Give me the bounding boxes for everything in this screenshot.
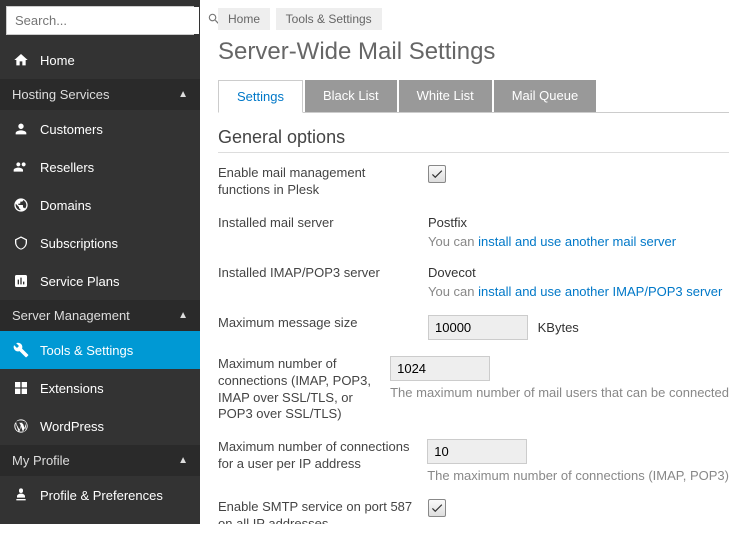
section-label: My Profile (12, 453, 70, 468)
nav-wordpress[interactable]: WordPress (0, 407, 200, 445)
nav-label: Resellers (40, 160, 94, 175)
section-label: Hosting Services (12, 87, 110, 102)
help-text: The maximum number of connections (IMAP,… (427, 468, 729, 483)
nav-domains[interactable]: Domains (0, 186, 200, 224)
profile-icon (12, 486, 30, 504)
max-connections-ip-input[interactable] (427, 439, 527, 464)
chevron-up-icon: ▲ (178, 310, 188, 321)
max-msg-size-input[interactable] (428, 315, 528, 340)
nav-label: Home (40, 53, 75, 68)
nav-label: Change Password (40, 526, 146, 541)
tabs: Settings Black List White List Mail Queu… (218, 80, 729, 113)
nav-change-password[interactable]: Change Password (0, 514, 200, 552)
nav-label: Profile & Preferences (40, 488, 163, 503)
nav-label: Tools & Settings (40, 343, 133, 358)
extensions-icon (12, 379, 30, 397)
breadcrumb-item[interactable]: Home (218, 8, 270, 30)
content: Home Tools & Settings Server-Wide Mail S… (200, 0, 729, 524)
nav-label: Subscriptions (40, 236, 118, 251)
subscriptions-icon (12, 234, 30, 252)
enable-mgmt-checkbox[interactable] (428, 165, 446, 183)
nav-label: Domains (40, 198, 91, 213)
section-title: General options (218, 127, 729, 153)
row-max-connections: Maximum number of connections (IMAP, POP… (218, 356, 729, 424)
tools-icon (12, 341, 30, 359)
tab-mail-queue[interactable]: Mail Queue (494, 80, 596, 112)
row-installed-imap-server: Installed IMAP/POP3 server Dovecot You c… (218, 265, 729, 299)
nav-label: WordPress (40, 419, 104, 434)
search-input[interactable] (7, 7, 199, 34)
form-label: Enable SMTP service on port 587 on all I… (218, 499, 428, 524)
home-icon (12, 51, 30, 69)
service-plans-icon (12, 272, 30, 290)
breadcrumb-item[interactable]: Tools & Settings (276, 8, 382, 30)
max-connections-input[interactable] (390, 356, 490, 381)
row-max-message-size: Maximum message size KBytes (218, 315, 729, 340)
tab-white-list[interactable]: White List (399, 80, 492, 112)
form-label: Installed IMAP/POP3 server (218, 265, 428, 282)
installed-imap-value: Dovecot (428, 265, 729, 280)
nav-label: Extensions (40, 381, 104, 396)
form-label: Maximum message size (218, 315, 428, 332)
form-label: Installed mail server (218, 215, 428, 232)
section-hosting-services[interactable]: Hosting Services ▲ (0, 79, 200, 110)
tab-black-list[interactable]: Black List (305, 80, 397, 112)
installed-mail-value: Postfix (428, 215, 729, 230)
breadcrumb: Home Tools & Settings (218, 8, 729, 30)
row-enable-mail-management: Enable mail management functions in Ples… (218, 165, 729, 199)
section-server-management[interactable]: Server Management ▲ (0, 300, 200, 331)
nav-subscriptions[interactable]: Subscriptions (0, 224, 200, 262)
section-label: Server Management (12, 308, 130, 323)
form-label: Maximum number of connections (IMAP, POP… (218, 356, 390, 424)
chevron-up-icon: ▲ (178, 455, 188, 466)
row-installed-mail-server: Installed mail server Postfix You can in… (218, 215, 729, 249)
install-mail-link[interactable]: install and use another mail server (478, 234, 676, 249)
nav-profile-preferences[interactable]: Profile & Preferences (0, 476, 200, 514)
nav-customers[interactable]: Customers (0, 110, 200, 148)
resellers-icon (12, 158, 30, 176)
row-max-connections-ip: Maximum number of connections for a user… (218, 439, 729, 483)
sidebar: Home Hosting Services ▲ Customers Resell… (0, 0, 200, 524)
form-label: Enable mail management functions in Ples… (218, 165, 428, 199)
page-title: Server-Wide Mail Settings (218, 38, 729, 66)
unit-label: KBytes (538, 320, 579, 335)
nav-resellers[interactable]: Resellers (0, 148, 200, 186)
nav-label: Service Plans (40, 274, 119, 289)
key-icon (12, 524, 30, 542)
domains-icon (12, 196, 30, 214)
install-imap-link[interactable]: install and use another IMAP/POP3 server (478, 284, 722, 299)
chevron-up-icon: ▲ (178, 89, 188, 100)
help-text: The maximum number of mail users that ca… (390, 385, 729, 400)
nav-label: Customers (40, 122, 103, 137)
wordpress-icon (12, 417, 30, 435)
help-text: You can install and use another mail ser… (428, 234, 729, 249)
customers-icon (12, 120, 30, 138)
nav-home[interactable]: Home (0, 41, 200, 79)
tab-settings[interactable]: Settings (218, 80, 303, 113)
search-box (6, 6, 194, 35)
smtp-587-checkbox[interactable] (428, 499, 446, 517)
section-my-profile[interactable]: My Profile ▲ (0, 445, 200, 476)
nav-extensions[interactable]: Extensions (0, 369, 200, 407)
nav-tools-settings[interactable]: Tools & Settings (0, 331, 200, 369)
nav-service-plans[interactable]: Service Plans (0, 262, 200, 300)
row-smtp-587: Enable SMTP service on port 587 on all I… (218, 499, 729, 524)
help-text: You can install and use another IMAP/POP… (428, 284, 729, 299)
form-label: Maximum number of connections for a user… (218, 439, 427, 473)
